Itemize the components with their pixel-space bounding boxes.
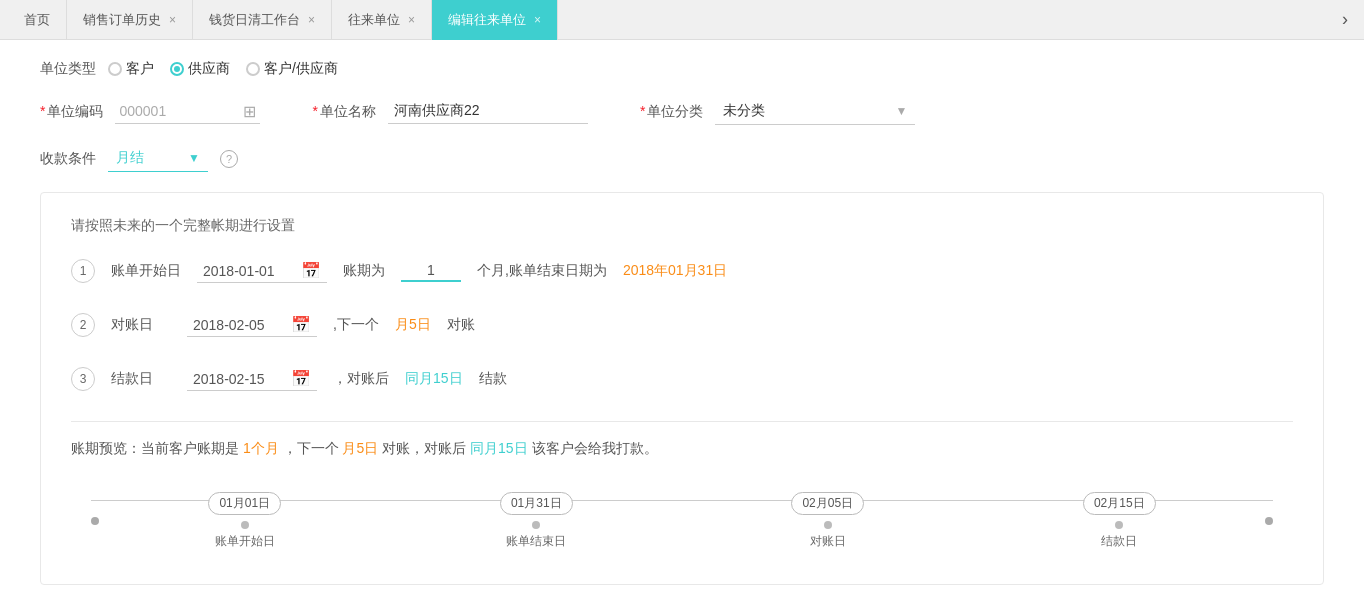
tab-more-button[interactable]: › — [1334, 9, 1356, 30]
row-num-2: 2 — [71, 313, 95, 337]
period-row-2: 2 对账日 📅 ,下一个 月5日 对账 — [71, 313, 1293, 337]
month-input[interactable] — [401, 260, 461, 282]
payment-terms-help[interactable]: ? — [220, 150, 238, 168]
payment-terms-row: 收款条件 月结 ▼ ? — [40, 145, 1324, 172]
section-title: 请按照未来的一个完整帐期进行设置 — [71, 217, 1293, 235]
timeline-dot-1 — [241, 521, 249, 529]
tab-bar: 首页 销售订单历史 × 钱货日清工作台 × 往来单位 × 编辑往来单位 × › — [0, 0, 1364, 40]
unit-type-row: 单位类型 客户 供应商 客户/供应商 — [40, 60, 1324, 78]
radio-circle-customer — [108, 62, 122, 76]
tab-edit-partner[interactable]: 编辑往来单位 × — [432, 0, 558, 40]
tab-partners[interactable]: 往来单位 × — [332, 0, 432, 40]
unit-code-input[interactable] — [119, 103, 239, 119]
preview-highlight-3: 同月15日 — [470, 440, 528, 456]
payment-date-field[interactable]: 📅 — [187, 367, 317, 391]
timeline-end-dot — [1265, 517, 1273, 525]
period-desc-suffix: 个月,账单结束日期为 — [477, 262, 607, 280]
unit-code-label: *单位编码 — [40, 103, 103, 121]
close-tab-edit-partner[interactable]: × — [534, 13, 541, 27]
row-num-1: 1 — [71, 259, 95, 283]
radio-customer[interactable]: 客户 — [108, 60, 154, 78]
unit-name-label: *单位名称 — [312, 103, 375, 121]
row-num-3: 3 — [71, 367, 95, 391]
period-row-1: 1 账单开始日 📅 账期为 个月,账单结束日期为 2018年01月31日 — [71, 259, 1293, 283]
row-label-1: 账单开始日 — [111, 262, 181, 280]
category-chevron-icon: ▼ — [895, 104, 907, 118]
start-date-field[interactable]: 📅 — [197, 259, 327, 283]
close-tab-cashflow[interactable]: × — [308, 13, 315, 27]
payment-date-input[interactable] — [193, 371, 283, 387]
timeline-date-3: 02月05日 — [791, 492, 864, 515]
payment-terms-label: 收款条件 — [40, 150, 96, 168]
period-section: 请按照未来的一个完整帐期进行设置 1 账单开始日 📅 账期为 个月,账单结束日期… — [40, 192, 1324, 585]
timeline-label-4: 结款日 — [1101, 533, 1137, 550]
timeline-label-2: 账单结束日 — [506, 533, 566, 550]
preview-highlight-1: 1个月 — [243, 440, 279, 456]
radio-supplier[interactable]: 供应商 — [170, 60, 230, 78]
preview-section: 账期预览：当前客户账期是 1个月 ，下一个 月5日 对账，对账后 同月15日 该… — [71, 421, 1293, 560]
timeline-label-1: 账单开始日 — [215, 533, 275, 550]
radio-circle-both — [246, 62, 260, 76]
main-content: 单位类型 客户 供应商 客户/供应商 *单位编码 ⊞ *单位名称 — [0, 40, 1364, 608]
start-date-calendar-icon[interactable]: 📅 — [301, 261, 321, 280]
close-tab-partners[interactable]: × — [408, 13, 415, 27]
reconcile-date-calendar-icon[interactable]: 📅 — [291, 315, 311, 334]
unit-code-icon: ⊞ — [243, 102, 256, 121]
unit-code-field[interactable]: ⊞ — [115, 100, 260, 124]
tab-home[interactable]: 首页 — [8, 0, 67, 40]
timeline-dot-3 — [824, 521, 832, 529]
reconcile-date-field[interactable]: 📅 — [187, 313, 317, 337]
start-date-input[interactable] — [203, 263, 293, 279]
unit-name-input[interactable] — [388, 99, 588, 124]
timeline-node-1: 01月01日 账单开始日 — [208, 492, 281, 550]
tab-sales-history[interactable]: 销售订单历史 × — [67, 0, 193, 40]
payment-desc-1: ，对账后 — [333, 370, 389, 388]
payment-chevron-icon: ▼ — [188, 151, 200, 165]
timeline-label-3: 对账日 — [810, 533, 846, 550]
timeline-nodes: 01月01日 账单开始日 01月31日 账单结束日 02月05日 对账 — [99, 492, 1265, 550]
unit-info-row: *单位编码 ⊞ *单位名称 *单位分类 未分类 ▼ — [40, 98, 1324, 125]
period-row-3: 3 结款日 📅 ，对账后 同月15日 结款 — [71, 367, 1293, 391]
reconcile-desc-2: 对账 — [447, 316, 475, 334]
row-label-3: 结款日 — [111, 370, 171, 388]
timeline-date-2: 01月31日 — [500, 492, 573, 515]
timeline-dot-4 — [1115, 521, 1123, 529]
payment-desc-2: 结款 — [479, 370, 507, 388]
radio-both[interactable]: 客户/供应商 — [246, 60, 338, 78]
timeline: 01月01日 账单开始日 01月31日 账单结束日 02月05日 对账 — [71, 482, 1293, 560]
timeline-node-4: 02月15日 结款日 — [1083, 492, 1156, 550]
timeline-node-2: 01月31日 账单结束日 — [500, 492, 573, 550]
period-desc-prefix: 账期为 — [343, 262, 385, 280]
timeline-node-3: 02月05日 对账日 — [791, 492, 864, 550]
tab-cashflow[interactable]: 钱货日清工作台 × — [193, 0, 332, 40]
preview-text: 账期预览：当前客户账期是 1个月 ，下一个 月5日 对账，对账后 同月15日 该… — [71, 440, 1293, 458]
unit-category-select[interactable]: 未分类 ▼ — [715, 98, 915, 125]
end-date-highlight: 2018年01月31日 — [623, 262, 727, 280]
reconcile-desc-1: ,下一个 — [333, 316, 379, 334]
reconcile-highlight: 月5日 — [395, 316, 431, 334]
timeline-date-4: 02月15日 — [1083, 492, 1156, 515]
payment-date-calendar-icon[interactable]: 📅 — [291, 369, 311, 388]
preview-highlight-2: 月5日 — [342, 440, 378, 456]
unit-category-label: *单位分类 — [640, 103, 703, 121]
payment-highlight: 同月15日 — [405, 370, 463, 388]
timeline-dot-2 — [532, 521, 540, 529]
close-tab-sales-history[interactable]: × — [169, 13, 176, 27]
payment-terms-select[interactable]: 月结 ▼ — [108, 145, 208, 172]
timeline-date-1: 01月01日 — [208, 492, 281, 515]
unit-type-radio-group: 客户 供应商 客户/供应商 — [108, 60, 338, 78]
unit-type-label: 单位类型 — [40, 60, 96, 78]
row-label-2: 对账日 — [111, 316, 171, 334]
timeline-start-dot — [91, 517, 99, 525]
radio-circle-supplier — [170, 62, 184, 76]
reconcile-date-input[interactable] — [193, 317, 283, 333]
